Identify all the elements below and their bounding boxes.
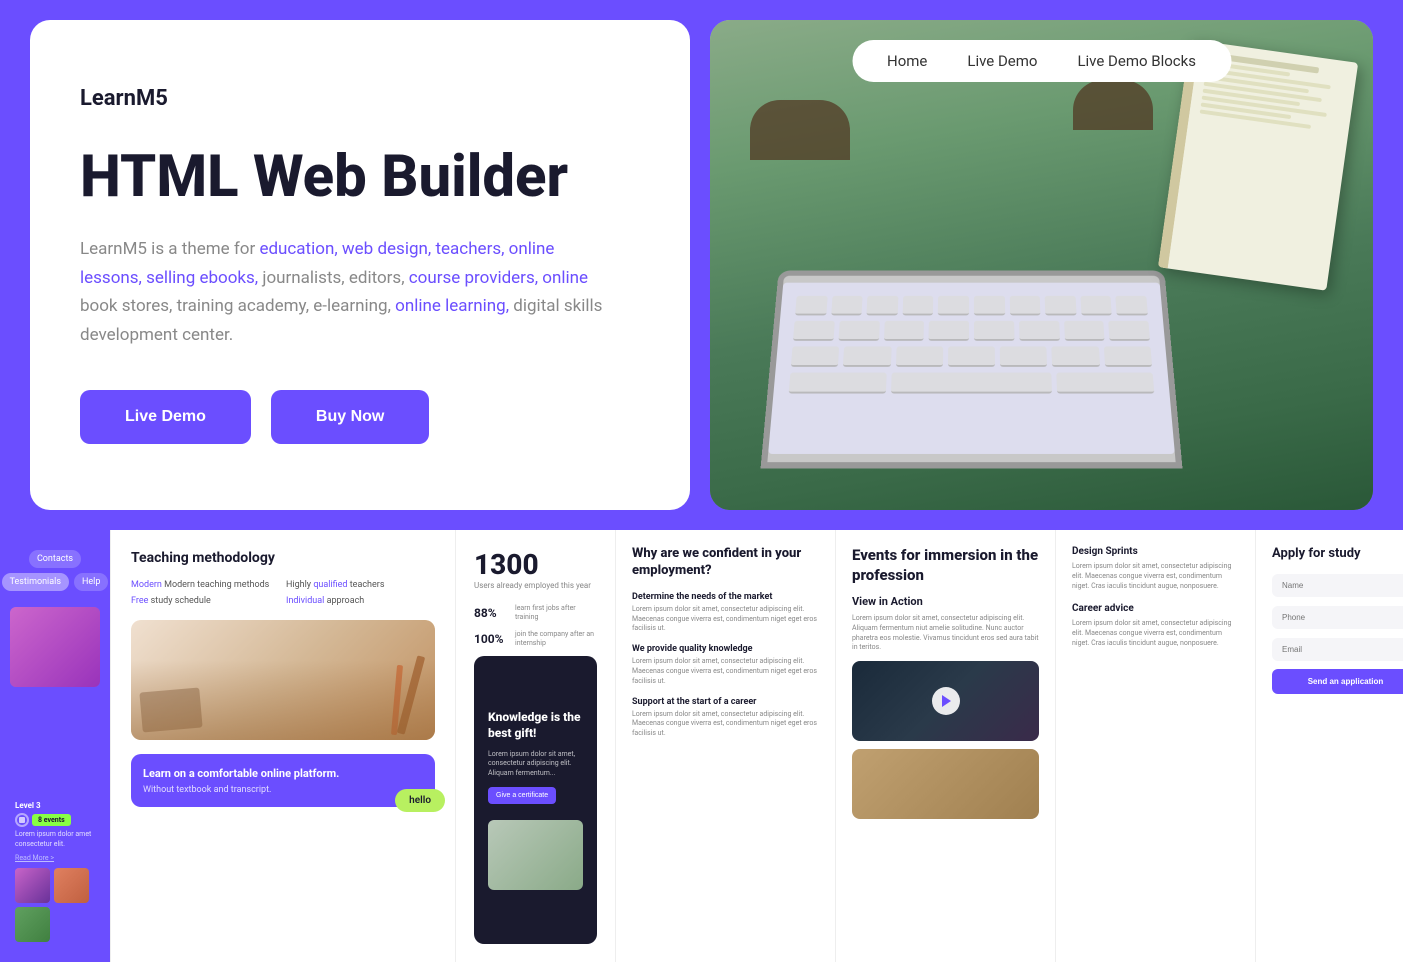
apply-title: Apply for study bbox=[1272, 546, 1403, 561]
hero-description: LearnM5 is a theme for education, web de… bbox=[80, 235, 620, 351]
stat-desc-2: join the company after an internship bbox=[515, 630, 597, 648]
hero-image: Home Live Demo Live Demo Blocks bbox=[710, 20, 1373, 510]
hero-title: HTML Web Builder bbox=[80, 146, 640, 210]
apply-submit-button[interactable]: Send an application bbox=[1272, 669, 1403, 694]
bottom-promo-card: Learn on a comfortable online platform. … bbox=[131, 754, 435, 807]
sprints-title: Design Sprints bbox=[1072, 546, 1239, 557]
reason-3: Support at the start of a career Lorem i… bbox=[632, 697, 819, 739]
method-2: Highly qualified teachers bbox=[286, 580, 435, 590]
play-button[interactable] bbox=[932, 687, 960, 715]
career-desc: Lorem ipsum dolor sit amet, consectetur … bbox=[1072, 619, 1239, 648]
events-panel: Events for immersion in the profession V… bbox=[835, 530, 1055, 962]
hello-badge: hello bbox=[395, 789, 445, 812]
laptop-scene bbox=[710, 20, 1373, 510]
methodology-grid: Modern Modern teaching methods Highly qu… bbox=[131, 580, 435, 606]
preview-section: Contacts Testimonials Help Level 3 8 eve… bbox=[0, 530, 1403, 962]
sidebar-lorem: Lorem ipsum dolor amet consectetur elit. bbox=[15, 830, 95, 850]
sprints-desc: Lorem ipsum dolor sit amet, consectetur … bbox=[1072, 562, 1239, 591]
stat-row-1: 88% learn first jobs after training bbox=[474, 604, 597, 622]
events-badge: 8 events bbox=[32, 814, 71, 826]
live-demo-button[interactable]: Live Demo bbox=[80, 390, 251, 444]
sprints-panel: Design Sprints Lorem ipsum dolor sit ame… bbox=[1055, 530, 1255, 962]
sidebar-image-thumb bbox=[10, 607, 100, 687]
confidence-panel: Why are we confident in your employment?… bbox=[615, 530, 835, 962]
teaching-panel: Teaching methodology Modern Modern teach… bbox=[110, 530, 455, 962]
stats-label: Users already employed this year bbox=[474, 581, 597, 590]
stats-panel: 1300 Users already employed this year 88… bbox=[455, 530, 615, 962]
apply-panel: Apply for study Send an application bbox=[1255, 530, 1403, 962]
phone-field[interactable] bbox=[1272, 606, 1403, 629]
name-field[interactable] bbox=[1272, 574, 1403, 597]
laptop-mini-thumb bbox=[488, 820, 583, 890]
promo-text: Learn on a comfortable online platform. bbox=[143, 766, 423, 781]
stat-row-2: 100% join the company after an internshi… bbox=[474, 630, 597, 648]
reason-1: Determine the needs of the market Lorem … bbox=[632, 592, 819, 634]
method-4: Individual approach bbox=[286, 596, 435, 606]
confidence-title: Why are we confident in your employment? bbox=[632, 546, 819, 580]
hero-buttons: Live Demo Buy Now bbox=[80, 390, 640, 444]
brand-logo: LearnM5 bbox=[80, 86, 640, 111]
stats-number: 1300 bbox=[474, 548, 597, 581]
nav-live-demo-blocks[interactable]: Live Demo Blocks bbox=[1077, 52, 1196, 70]
promo-sub: Without textbook and transcript. bbox=[143, 785, 423, 795]
view-label: View in Action bbox=[852, 595, 1039, 608]
sidebar-tab-help[interactable]: Help bbox=[74, 573, 108, 591]
knowledge-sub: Lorem ipsum dolor sit amet, consectetur … bbox=[488, 750, 583, 779]
method-3: Free study schedule bbox=[131, 596, 280, 606]
nav-bar: Home Live Demo Live Demo Blocks bbox=[852, 40, 1231, 82]
email-field[interactable] bbox=[1272, 638, 1403, 661]
stat-pct-2: 100% bbox=[474, 632, 509, 646]
buy-now-button[interactable]: Buy Now bbox=[271, 390, 429, 444]
bottom-image-thumb bbox=[852, 749, 1039, 819]
stat-desc-1: learn first jobs after training bbox=[515, 604, 597, 622]
reason-2: We provide quality knowledge Lorem ipsum… bbox=[632, 644, 819, 686]
video-thumbnail[interactable] bbox=[852, 661, 1039, 741]
knowledge-title: Knowledge is the best gift! bbox=[488, 710, 583, 741]
hero-card: LearnM5 HTML Web Builder LearnM5 is a th… bbox=[30, 20, 690, 510]
read-more-link[interactable]: Read More > bbox=[15, 854, 95, 862]
stat-pct-1: 88% bbox=[474, 606, 509, 620]
sidebar-tab-testimonials[interactable]: Testimonials bbox=[2, 573, 69, 591]
nav-live-demo[interactable]: Live Demo bbox=[967, 52, 1037, 70]
career-title: Career advice bbox=[1072, 603, 1239, 614]
method-1: Modern Modern teaching methods bbox=[131, 580, 280, 590]
teaching-image bbox=[131, 620, 435, 740]
knowledge-card: Knowledge is the best gift! Lorem ipsum … bbox=[474, 656, 597, 944]
teaching-title: Teaching methodology bbox=[131, 550, 435, 566]
nav-home[interactable]: Home bbox=[887, 52, 927, 70]
sidebar-preview: Contacts Testimonials Help Level 3 8 eve… bbox=[0, 530, 110, 962]
view-desc: Lorem ipsum dolor sit amet, consectetur … bbox=[852, 614, 1039, 653]
edit-icon bbox=[15, 813, 29, 827]
sidebar-tab-contacts[interactable]: Contacts bbox=[29, 550, 81, 568]
sidebar-level: Level 3 bbox=[15, 801, 95, 810]
events-title: Events for immersion in the profession bbox=[852, 546, 1039, 585]
view-in-action: View in Action Lorem ipsum dolor sit ame… bbox=[852, 595, 1039, 741]
certificate-button[interactable]: Give a certificate bbox=[488, 787, 556, 804]
play-icon bbox=[942, 695, 951, 707]
